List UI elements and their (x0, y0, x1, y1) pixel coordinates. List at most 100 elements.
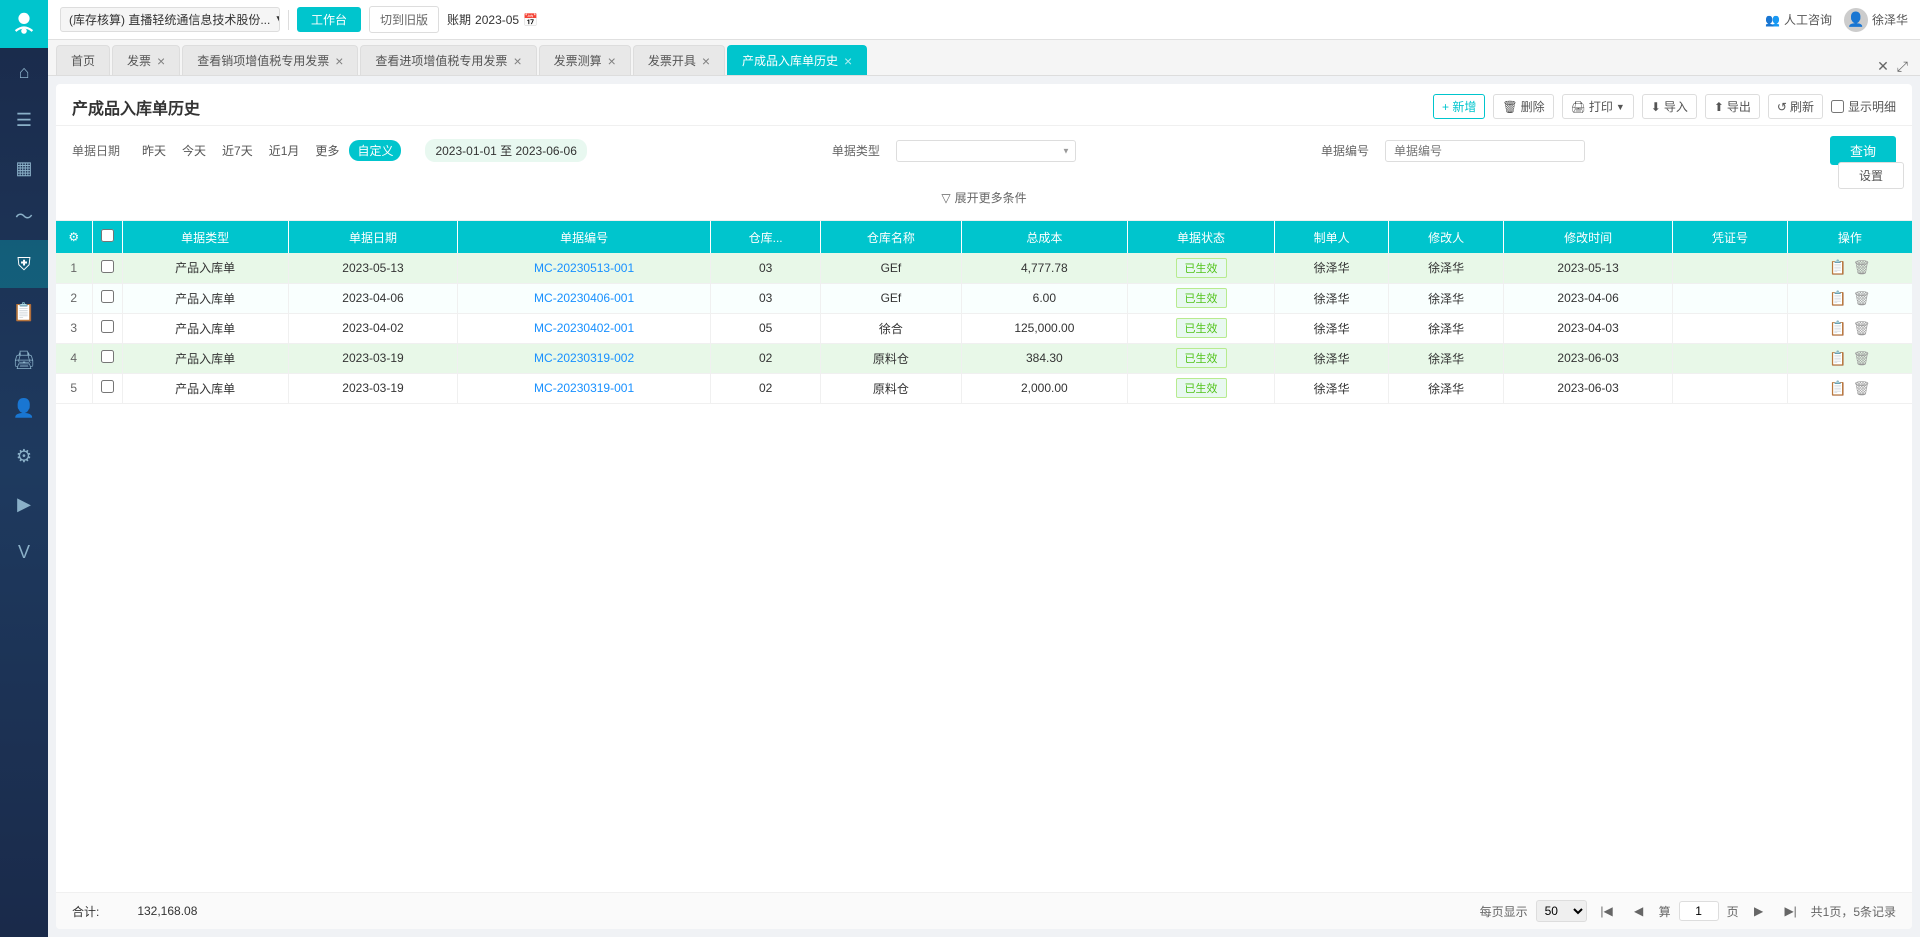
first-page-btn[interactable]: |◀ (1595, 899, 1619, 923)
tab-output-vat-close[interactable]: × (335, 54, 343, 68)
calendar-icon[interactable]: 📅 (523, 13, 538, 27)
row-checkbox-3[interactable] (101, 350, 114, 363)
col-warehouse-name[interactable]: 仓库名称 (821, 221, 961, 253)
cell-number-1[interactable]: MC-20230406-001 (458, 283, 711, 313)
doc-number-link-0[interactable]: MC-20230513-001 (534, 261, 634, 275)
show-detail-checkbox[interactable] (1831, 100, 1844, 113)
tab-invoice[interactable]: 发票 × (112, 45, 180, 75)
shortcut-more[interactable]: 更多 (309, 140, 345, 161)
col-modifier[interactable]: 修改人 (1389, 221, 1504, 253)
sidebar-item-analysis[interactable]: 〜 (0, 192, 48, 240)
tab-invoice-calc[interactable]: 发票测算 × (539, 45, 631, 75)
cell-checkbox-1[interactable] (92, 283, 122, 313)
edit-icon-2[interactable]: 📋 (1829, 320, 1846, 337)
search-button[interactable]: 查询 (1830, 136, 1896, 165)
col-creator[interactable]: 制单人 (1274, 221, 1389, 253)
export-button[interactable]: ⬆ 导出 (1705, 94, 1760, 119)
switch-period-button[interactable]: 切到旧版 (369, 6, 439, 33)
col-modify-time[interactable]: 修改时间 (1503, 221, 1672, 253)
print-button[interactable]: 🖨 打印 ▼ (1562, 94, 1634, 119)
number-filter-input[interactable] (1385, 140, 1585, 162)
tab-product-instock[interactable]: 产成品入库单历史 × (727, 45, 867, 75)
next-page-btn[interactable]: ▶ (1747, 899, 1771, 923)
type-select[interactable]: 产品入库单 (896, 140, 1076, 162)
tab-home[interactable]: 首页 (56, 45, 110, 75)
col-checkbox[interactable] (92, 221, 122, 253)
row-checkbox-0[interactable] (101, 260, 114, 273)
col-status[interactable]: 单据状态 (1128, 221, 1275, 253)
tab-product-instock-close[interactable]: × (844, 54, 852, 68)
support-link[interactable]: 👥 人工咨询 (1765, 11, 1832, 28)
sidebar-item-book[interactable]: 📋 (0, 288, 48, 336)
delete-icon-3[interactable]: 🗑 (1853, 350, 1871, 367)
tab-output-vat[interactable]: 查看销项增值税专用发票 × (182, 45, 358, 75)
sidebar-item-user[interactable]: 👤 (0, 384, 48, 432)
page-size-select[interactable]: 50 100 200 (1536, 900, 1587, 922)
col-type[interactable]: 单据类型 (122, 221, 288, 253)
edit-icon-1[interactable]: 📋 (1829, 290, 1846, 307)
select-all-checkbox[interactable] (101, 229, 114, 242)
expand-more-button[interactable]: ▽ 展开更多条件 (929, 185, 1038, 210)
shortcut-yesterday[interactable]: 昨天 (136, 140, 172, 161)
shortcut-7days[interactable]: 近7天 (216, 140, 259, 161)
import-button[interactable]: ⬇ 导入 (1642, 94, 1697, 119)
tab-input-vat-close[interactable]: × (513, 54, 521, 68)
cell-checkbox-0[interactable] (92, 253, 122, 283)
edit-icon-0[interactable]: 📋 (1829, 259, 1846, 276)
edit-icon-3[interactable]: 📋 (1829, 350, 1846, 367)
refresh-button[interactable]: ↺ 刷新 (1768, 94, 1823, 119)
delete-button[interactable]: 🗑 删除 (1493, 94, 1553, 119)
tab-invoice-open[interactable]: 发票开具 × (633, 45, 725, 75)
settings-button[interactable]: 设置 (1838, 162, 1904, 189)
row-checkbox-1[interactable] (101, 290, 114, 303)
shortcut-1month[interactable]: 近1月 (263, 140, 306, 161)
workbench-button[interactable]: 工作台 (297, 7, 361, 32)
col-voucher[interactable]: 凭证号 (1673, 221, 1788, 253)
tab-invoice-open-close[interactable]: × (702, 54, 710, 68)
last-page-btn[interactable]: ▶| (1779, 899, 1803, 923)
tab-invoice-calc-close[interactable]: × (608, 54, 616, 68)
sidebar-item-chart[interactable]: ▦ (0, 144, 48, 192)
col-settings[interactable]: ⚙ (56, 221, 92, 253)
sidebar-item-gear[interactable]: ⚙ (0, 432, 48, 480)
edit-icon-4[interactable]: 📋 (1829, 380, 1846, 397)
delete-icon-0[interactable]: 🗑 (1853, 259, 1871, 276)
cell-checkbox-4[interactable] (92, 373, 122, 403)
page-number-input[interactable] (1679, 901, 1719, 921)
cell-number-3[interactable]: MC-20230319-002 (458, 343, 711, 373)
tab-invoice-close[interactable]: × (157, 54, 165, 68)
row-checkbox-2[interactable] (101, 320, 114, 333)
sidebar-item-v[interactable]: V (0, 528, 48, 576)
tab-expand-icon[interactable]: ⤢ (1897, 58, 1908, 75)
shortcut-custom[interactable]: 自定义 (349, 140, 401, 161)
company-selector[interactable]: (库存核算) 直播轻统通信息技术股份... ▼ (60, 7, 280, 32)
sidebar-item-doc[interactable]: ☰ (0, 96, 48, 144)
row-checkbox-4[interactable] (101, 380, 114, 393)
col-warehouse-code[interactable]: 仓库... (711, 221, 821, 253)
new-button[interactable]: + 新增 (1433, 94, 1485, 119)
cell-number-0[interactable]: MC-20230513-001 (458, 253, 711, 283)
doc-number-link-1[interactable]: MC-20230406-001 (534, 291, 634, 305)
delete-icon-2[interactable]: 🗑 (1853, 320, 1871, 337)
sidebar-item-play[interactable]: ▶ (0, 480, 48, 528)
cell-checkbox-3[interactable] (92, 343, 122, 373)
col-total-cost[interactable]: 总成本 (961, 221, 1127, 253)
doc-number-link-2[interactable]: MC-20230402-001 (534, 321, 634, 335)
cell-number-4[interactable]: MC-20230319-001 (458, 373, 711, 403)
user-menu[interactable]: 👤 徐泽华 (1844, 8, 1908, 32)
cell-number-2[interactable]: MC-20230402-001 (458, 313, 711, 343)
tab-input-vat[interactable]: 查看进项增值税专用发票 × (360, 45, 536, 75)
cell-checkbox-2[interactable] (92, 313, 122, 343)
delete-icon-4[interactable]: 🗑 (1853, 380, 1871, 397)
sidebar-item-shield[interactable]: ⛨ (0, 240, 48, 288)
doc-number-link-3[interactable]: MC-20230319-002 (534, 351, 634, 365)
col-date[interactable]: 单据日期 (288, 221, 457, 253)
sidebar-item-stamp[interactable]: 🖨 (0, 336, 48, 384)
shortcut-today[interactable]: 今天 (176, 140, 212, 161)
delete-icon-1[interactable]: 🗑 (1853, 290, 1871, 307)
tab-close-all-icon[interactable]: ✕ (1877, 58, 1889, 75)
col-number[interactable]: 单据编号 (458, 221, 711, 253)
doc-number-link-4[interactable]: MC-20230319-001 (534, 381, 634, 395)
prev-page-btn[interactable]: ◀ (1627, 899, 1651, 923)
sidebar-item-home[interactable]: ⌂ (0, 48, 48, 96)
